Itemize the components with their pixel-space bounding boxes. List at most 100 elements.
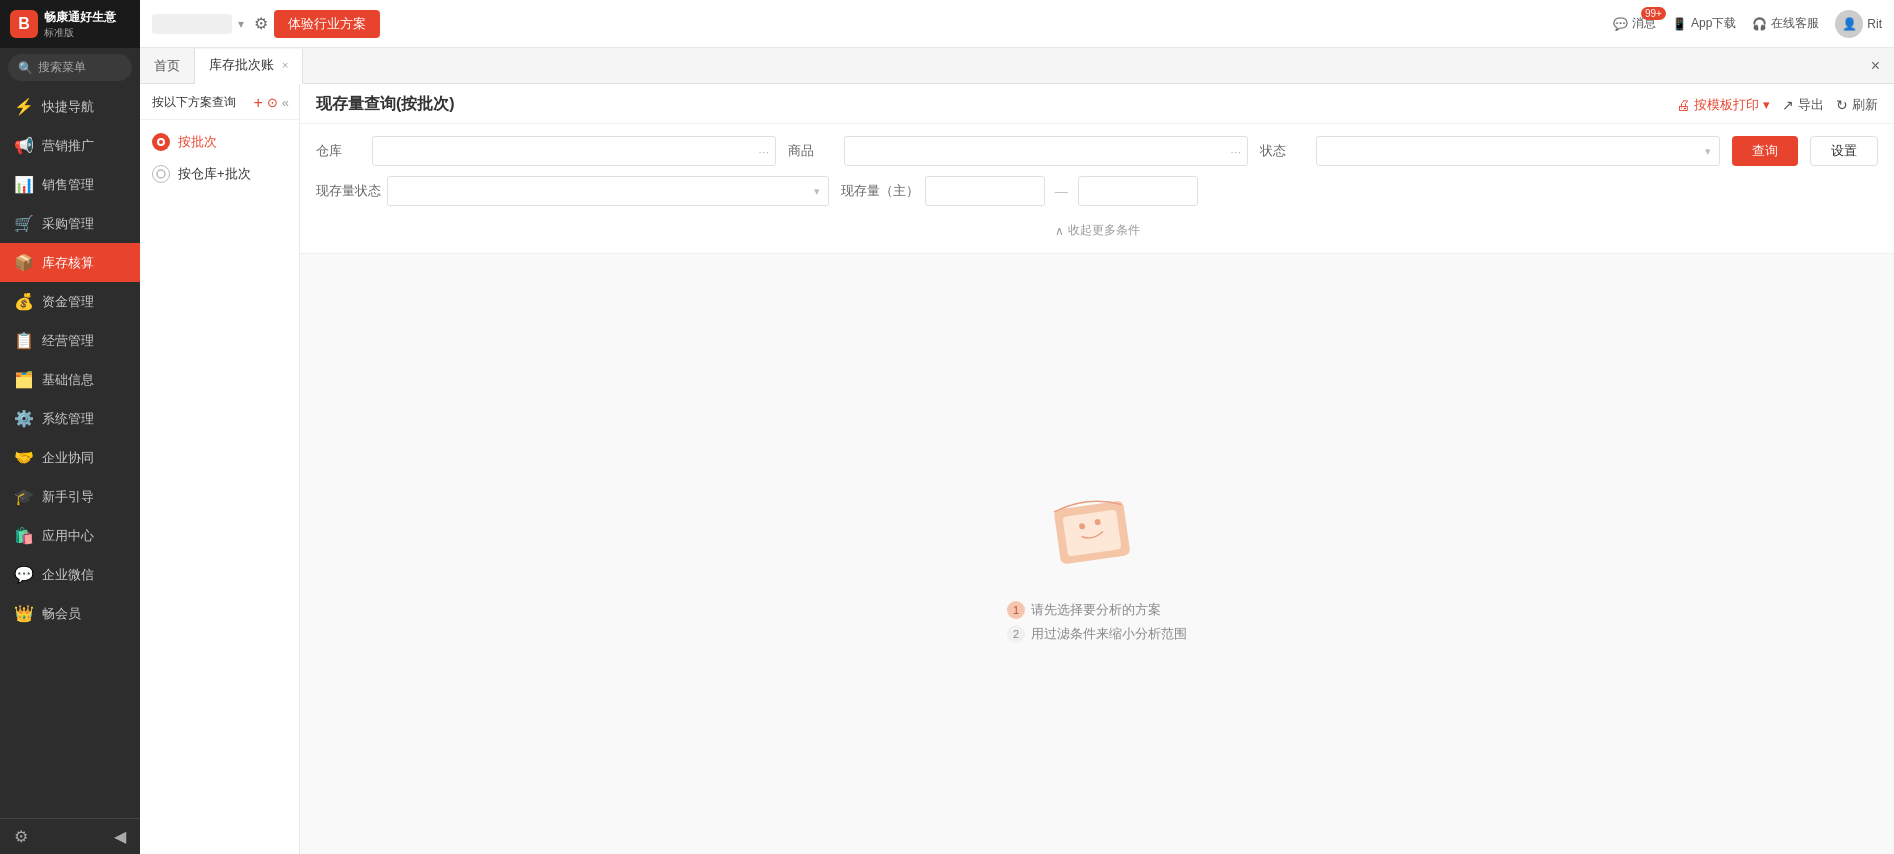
app-subtitle: 标准版 — [44, 26, 116, 40]
sidebar-item-label: 新手引导 — [42, 488, 94, 506]
scheme-add-icon[interactable]: + — [253, 95, 262, 111]
sidebar-item-system[interactable]: ⚙️ 系统管理 — [0, 399, 140, 438]
sidebar-item-label: 基础信息 — [42, 371, 94, 389]
search-label: 搜索菜单 — [38, 59, 86, 76]
warehouse-more-icon[interactable]: ··· — [752, 144, 775, 159]
hint-num-2: 2 — [1007, 625, 1025, 643]
empty-svg — [1037, 465, 1157, 585]
message-icon: 💬 — [1613, 17, 1628, 31]
product-input-wrap: ··· — [844, 136, 1248, 166]
product-more-icon[interactable]: ··· — [1224, 144, 1247, 159]
query-button[interactable]: 查询 — [1732, 136, 1798, 166]
sidebar-item-wechat[interactable]: 💬 企业微信 — [0, 555, 140, 594]
scheme-panel: 按以下方案查询 + ⊙ « 按批次 按仓库 — [140, 84, 300, 854]
app-download-button[interactable]: 📱 App下载 — [1672, 15, 1736, 32]
stock-status-arrow-icon: ▾ — [814, 185, 820, 198]
scheme-panel-title: 按以下方案查询 — [152, 94, 236, 111]
tabs-right: × — [1865, 55, 1894, 77]
export-label: 导出 — [1798, 96, 1824, 114]
warehouse-input[interactable] — [373, 139, 752, 163]
page-title-bar: 现存量查询(按批次) 🖨 按模板打印 ▾ ↗ 导出 ↻ 刷新 — [300, 84, 1894, 124]
sales-icon: 📊 — [14, 175, 34, 194]
breadcrumb-input[interactable] — [152, 14, 232, 34]
settings-button[interactable]: 设置 — [1810, 136, 1878, 166]
sidebar-item-member[interactable]: 👑 畅会员 — [0, 594, 140, 633]
print-arrow-icon[interactable]: ▾ — [1763, 97, 1770, 112]
main-area: ▾ ⚙ 体验行业方案 💬 消息 99+ 📱 App下载 🎧 在线客服 👤 Rit — [140, 0, 1894, 854]
collapse-label: 收起更多条件 — [1068, 222, 1140, 239]
finance-icon: 💰 — [14, 292, 34, 311]
product-filter: 商品 ··· — [788, 136, 1248, 166]
tabs-close-all-icon[interactable]: × — [1865, 55, 1886, 77]
stock-status-select[interactable]: ▾ — [387, 176, 829, 206]
sidebar-item-finance[interactable]: 💰 资金管理 — [0, 282, 140, 321]
app-download-icon: 📱 — [1672, 17, 1687, 31]
inventory-icon: 📦 — [14, 253, 34, 272]
trial-button[interactable]: 体验行业方案 — [274, 10, 380, 38]
sidebar-item-enterprise[interactable]: 🤝 企业协同 — [0, 438, 140, 477]
sidebar-item-quicknav[interactable]: ⚡ 快捷导航 — [0, 87, 140, 126]
svg-point-1 — [159, 140, 163, 144]
app-logo: B — [10, 10, 38, 38]
online-service-button[interactable]: 🎧 在线客服 — [1752, 15, 1819, 32]
app-title-block: 畅康通好生意 标准版 — [44, 9, 116, 40]
message-button[interactable]: 💬 消息 99+ — [1613, 15, 1656, 32]
business-icon: 📋 — [14, 331, 34, 350]
sidebar-item-inventory[interactable]: 📦 库存核算 — [0, 243, 140, 282]
refresh-label: 刷新 — [1852, 96, 1878, 114]
sidebar-collapse-icon[interactable]: ◀ — [114, 827, 126, 846]
sidebar-item-purchase[interactable]: 🛒 采购管理 — [0, 204, 140, 243]
appstore-icon: 🛍️ — [14, 526, 34, 545]
data-area: 1 请先选择要分析的方案 2 用过滤条件来缩小分析范围 — [300, 254, 1894, 854]
topbar-left: ▾ ⚙ 体验行业方案 — [152, 10, 1605, 38]
sidebar-header: B 畅康通好生意 标准版 — [0, 0, 140, 48]
tab-close-icon[interactable]: × — [282, 59, 288, 71]
sidebar-item-label: 企业协同 — [42, 449, 94, 467]
username: Rit — [1867, 17, 1882, 31]
sidebar-search[interactable]: 🔍 搜索菜单 — [8, 54, 132, 81]
sidebar-item-basic[interactable]: 🗂️ 基础信息 — [0, 360, 140, 399]
scheme-settings-icon[interactable]: ⊙ — [267, 96, 278, 109]
sidebar-item-label: 畅会员 — [42, 605, 81, 623]
status-select[interactable]: ▾ — [1316, 136, 1720, 166]
product-label: 商品 — [788, 142, 838, 160]
topbar-gear-icon[interactable]: ⚙ — [254, 14, 268, 33]
sidebar-item-newbie[interactable]: 🎓 新手引导 — [0, 477, 140, 516]
sidebar-item-label: 库存核算 — [42, 254, 94, 272]
collapse-icon: ∧ — [1055, 224, 1064, 238]
print-button[interactable]: 🖨 按模板打印 ▾ — [1676, 96, 1770, 114]
topbar: ▾ ⚙ 体验行业方案 💬 消息 99+ 📱 App下载 🎧 在线客服 👤 Rit — [140, 0, 1894, 48]
tab-inventory-batch[interactable]: 库存批次账 × — [195, 49, 303, 84]
sidebar-item-marketing[interactable]: 📢 营销推广 — [0, 126, 140, 165]
sidebar-item-label: 采购管理 — [42, 215, 94, 233]
status-select-arrow-icon: ▾ — [1705, 145, 1711, 158]
print-label: 按模板打印 — [1694, 96, 1759, 114]
sidebar-item-label: 销售管理 — [42, 176, 94, 194]
product-input[interactable] — [845, 139, 1224, 163]
sidebar-item-label: 企业微信 — [42, 566, 94, 584]
export-button[interactable]: ↗ 导出 — [1782, 96, 1824, 114]
breadcrumb-chevron-icon[interactable]: ▾ — [238, 17, 244, 31]
refresh-button[interactable]: ↻ 刷新 — [1836, 96, 1878, 114]
sidebar-item-business[interactable]: 📋 经营管理 — [0, 321, 140, 360]
stock-status-label: 现存量状态 — [316, 182, 381, 200]
scheme-collapse-icon[interactable]: « — [282, 95, 289, 110]
marketing-icon: 📢 — [14, 136, 34, 155]
scheme-header-actions: + ⊙ « — [253, 95, 289, 111]
purchase-icon: 🛒 — [14, 214, 34, 233]
stock-qty-dash: — — [1051, 184, 1072, 199]
print-icon: 🖨 — [1676, 97, 1690, 113]
user-menu[interactable]: 👤 Rit — [1835, 10, 1882, 38]
stock-qty-to-input[interactable] — [1078, 176, 1198, 206]
hint-num-1: 1 — [1007, 601, 1025, 619]
stock-qty-from-input[interactable] — [925, 176, 1045, 206]
sidebar-item-appstore[interactable]: 🛍️ 应用中心 — [0, 516, 140, 555]
scheme-item-warehouse-batch[interactable]: 按仓库+批次 — [140, 158, 299, 190]
warehouse-label: 仓库 — [316, 142, 366, 160]
collapse-more-btn[interactable]: ∧ 收起更多条件 — [316, 216, 1878, 241]
sidebar-settings-icon[interactable]: ⚙ — [14, 827, 28, 846]
sidebar-item-sales[interactable]: 📊 销售管理 — [0, 165, 140, 204]
tab-home[interactable]: 首页 — [140, 48, 195, 83]
scheme-item-batch[interactable]: 按批次 — [140, 126, 299, 158]
sidebar-nav: ⚡ 快捷导航 📢 营销推广 📊 销售管理 🛒 采购管理 📦 库存核算 💰 资金管… — [0, 87, 140, 818]
